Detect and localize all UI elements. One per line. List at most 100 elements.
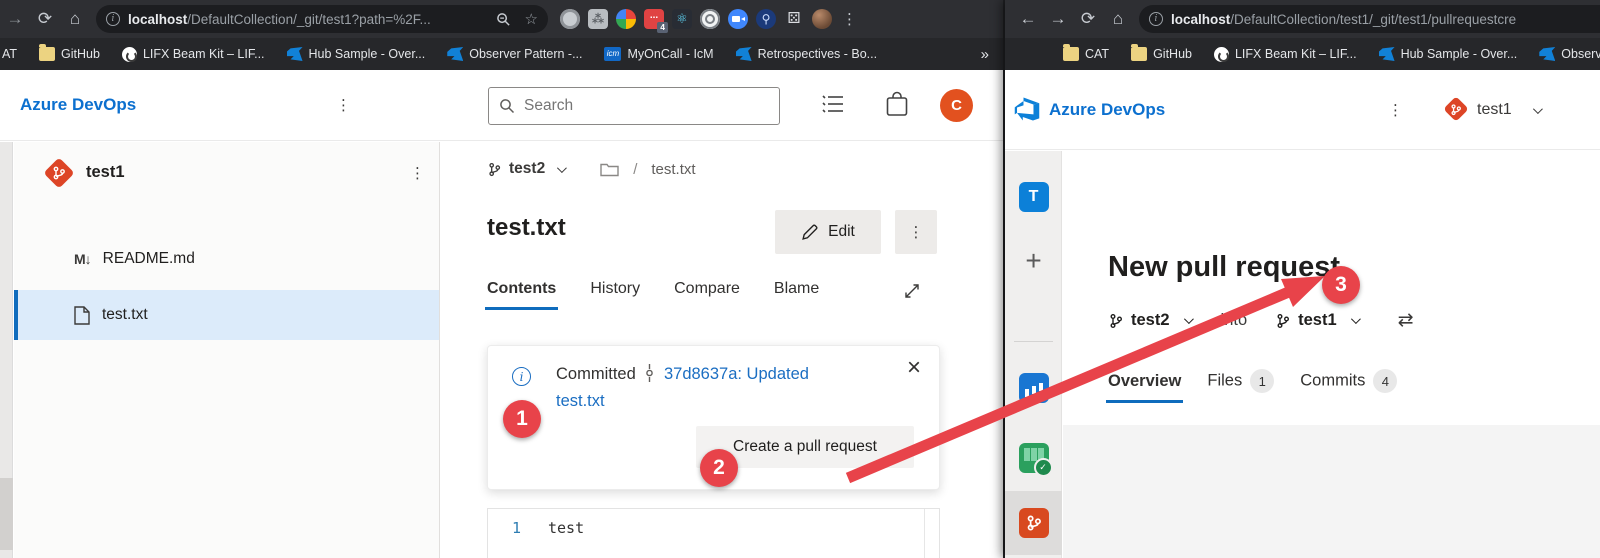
file-viewer-main: test2 / test.txt test.txt Edit ⋮ Content…: [441, 142, 1003, 558]
bookmark-star-icon[interactable]: ☆: [525, 10, 538, 28]
azure-devops-brand[interactable]: Azure DevOps: [1049, 100, 1165, 120]
branch-selector[interactable]: test2: [509, 160, 545, 178]
repo-more-icon[interactable]: ⋮: [410, 164, 425, 182]
address-bar[interactable]: i localhost/DefaultCollection/_git/test1…: [96, 5, 548, 33]
source-branch-selector[interactable]: test2: [1131, 311, 1170, 330]
right-devops-page: Azure DevOps ⋮ test1 T + ✓ New pull requ…: [1005, 70, 1600, 558]
chevron-down-icon[interactable]: [1350, 314, 1361, 325]
task-list-icon[interactable]: [822, 94, 844, 114]
bookmark-label: Retrospectives - Bo...: [757, 47, 878, 61]
extension-target-icon[interactable]: [700, 9, 720, 29]
rail-project-button[interactable]: T: [1005, 165, 1062, 229]
bookmark-item[interactable]: GitHub: [1131, 44, 1192, 61]
right-browser-toolbar: ← → ⟳ ⌂ i localhost/DefaultCollection/te…: [1005, 0, 1600, 38]
browser-menu-icon[interactable]: ⋮: [842, 12, 857, 27]
folder-icon[interactable]: [600, 161, 619, 177]
extension-notes-icon[interactable]: ... 4: [644, 9, 668, 33]
back-icon[interactable]: ←: [1013, 9, 1043, 29]
fullscreen-expand-icon[interactable]: [903, 282, 921, 300]
tab-history[interactable]: History: [590, 280, 640, 298]
bookmark-item[interactable]: AT: [2, 47, 17, 61]
reload-icon[interactable]: ⟳: [1073, 9, 1103, 29]
chevron-down-icon[interactable]: [557, 162, 568, 173]
rail-repos-button-active[interactable]: [1005, 491, 1062, 555]
text-file-icon: [74, 305, 90, 325]
azure-devops-brand[interactable]: Azure DevOps: [20, 95, 136, 115]
tab-commits[interactable]: Commits 4: [1300, 369, 1398, 393]
azure-devops-icon: [1539, 47, 1556, 61]
extension-ring-icon[interactable]: [560, 9, 580, 29]
toast-message: Committed 37d8637a: Updated test.txt: [556, 361, 856, 415]
bookmark-item[interactable]: Hub Sample - Over...: [286, 47, 425, 61]
bookmark-label: GitHub: [61, 47, 100, 61]
bookmark-item[interactable]: Observer Pattern -...: [447, 47, 582, 61]
chevron-down-icon[interactable]: [1532, 104, 1543, 115]
extension-zoom-icon[interactable]: [728, 9, 748, 29]
left-browser-toolbar: → ⟳ ⌂ i localhost/DefaultCollection/_git…: [0, 0, 1003, 38]
close-icon[interactable]: ×: [907, 356, 921, 380]
extensions-puzzle-icon[interactable]: ⚄: [784, 9, 804, 29]
rail-overview-button[interactable]: [1005, 356, 1062, 420]
site-info-icon[interactable]: i: [106, 12, 120, 26]
bookmark-label: LIFX Beam Kit – LIF...: [142, 47, 265, 61]
bookmark-item[interactable]: LIFX Beam Kit – LIF...: [1213, 46, 1357, 62]
tab-contents[interactable]: Contents: [484, 280, 559, 310]
tab-blame[interactable]: Blame: [774, 280, 819, 298]
search-icon: [500, 99, 515, 114]
azure-devops-logo[interactable]: [1013, 97, 1041, 125]
search-box[interactable]: [488, 87, 780, 125]
extension-photos-icon[interactable]: [616, 9, 636, 29]
bookmark-item[interactable]: Hub Sample - Over...: [1378, 47, 1517, 61]
extensions-area: ⁂ ...4 ⚛ ⚄ ⋮: [556, 9, 857, 33]
file-more-button[interactable]: ⋮: [895, 210, 937, 254]
browser-profile-avatar[interactable]: [812, 9, 832, 29]
file-row-readme[interactable]: M↓ README.md: [14, 234, 439, 284]
tab-compare[interactable]: Compare: [674, 280, 740, 298]
azure-devops-icon: [286, 47, 303, 61]
file-row-testtxt-selected[interactable]: test.txt: [14, 290, 439, 340]
user-avatar[interactable]: C: [940, 89, 973, 122]
bookmark-item[interactable]: GitHub: [39, 44, 100, 61]
rail-boards-button[interactable]: [1005, 426, 1062, 490]
line-number: 1: [512, 519, 522, 537]
header-menu-icon[interactable]: ⋮: [1388, 101, 1403, 119]
zoom-page-icon[interactable]: [496, 12, 511, 27]
edit-button[interactable]: Edit: [775, 210, 881, 254]
forward-icon[interactable]: →: [1043, 9, 1073, 29]
scrollbar-thumb[interactable]: [0, 478, 13, 550]
reload-icon[interactable]: ⟳: [30, 9, 60, 29]
left-devops-page: Azure DevOps ⋮ C test1 ⋮: [0, 70, 1003, 558]
left-devops-header: Azure DevOps ⋮ C: [0, 70, 1003, 141]
site-info-icon[interactable]: i: [1149, 12, 1163, 26]
search-input[interactable]: [524, 97, 724, 115]
bookmark-item[interactable]: CAT: [1063, 44, 1109, 61]
extension-person-icon[interactable]: ⁂: [588, 9, 608, 29]
repo-header-row[interactable]: test1 ⋮: [14, 154, 439, 196]
bookmark-item[interactable]: Observer: [1539, 47, 1600, 61]
left-edge-scrollbar[interactable]: [0, 142, 13, 558]
home-icon[interactable]: ⌂: [1103, 9, 1133, 29]
git-repo-icon: [43, 157, 75, 189]
home-icon[interactable]: ⌂: [60, 9, 90, 29]
repo-selector[interactable]: test1: [1477, 101, 1512, 119]
bookmark-item[interactable]: LIFX Beam Kit – LIF...: [121, 46, 265, 62]
bookmark-item[interactable]: Retrospectives - Bo...: [735, 47, 878, 61]
code-scrollbar[interactable]: [924, 509, 925, 558]
tab-files[interactable]: Files 1: [1207, 369, 1275, 393]
extension-react-icon[interactable]: ⚛: [672, 9, 692, 29]
marketplace-bag-icon[interactable]: [886, 91, 908, 117]
extension-search-icon[interactable]: [756, 9, 776, 29]
repo-name: test1: [86, 163, 125, 181]
bookmark-item[interactable]: icm MyOnCall - IcM: [604, 47, 714, 61]
swap-branches-icon[interactable]: ⇄: [1398, 309, 1414, 332]
bookmarks-overflow-chevron[interactable]: »: [981, 46, 989, 63]
chevron-down-icon[interactable]: [1183, 314, 1194, 325]
rail-add-button[interactable]: +: [1005, 229, 1062, 293]
bookmark-label: Observer Pattern -...: [469, 47, 583, 61]
header-menu-icon[interactable]: ⋮: [336, 96, 351, 114]
tab-overview[interactable]: Overview: [1105, 372, 1184, 403]
breadcrumb-file[interactable]: test.txt: [651, 161, 695, 178]
target-branch-selector[interactable]: test1: [1298, 311, 1337, 330]
address-bar[interactable]: i localhost/DefaultCollection/test1/_git…: [1139, 5, 1600, 33]
forward-icon[interactable]: →: [0, 9, 30, 29]
